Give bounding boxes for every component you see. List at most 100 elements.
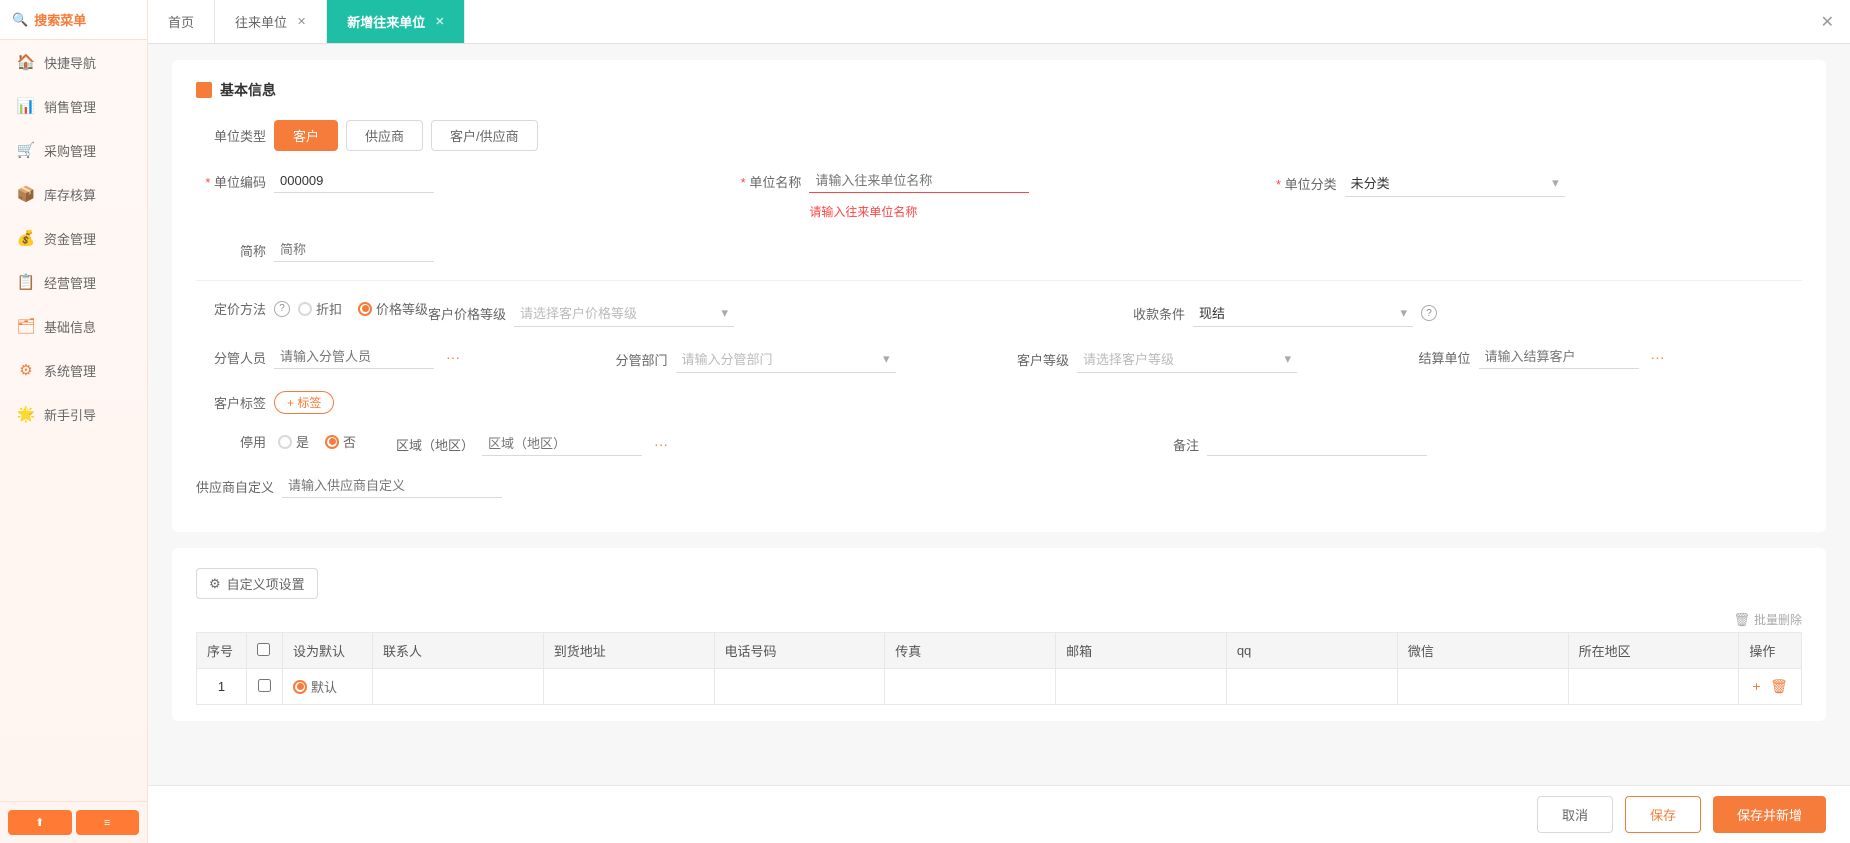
supplier-custom-label: 供应商自定义: [196, 477, 274, 496]
pricing-method-label: 定价方法: [196, 299, 266, 318]
sidebar-item-quick-nav[interactable]: 🏠 快捷导航: [0, 40, 147, 84]
sidebar-item-finance[interactable]: 💰 资金管理: [0, 216, 147, 260]
tab-partner-close[interactable]: ✕: [297, 15, 306, 28]
sidebar-item-basic[interactable]: 🗂 基础信息: [0, 304, 147, 348]
tab-new-partner-label: 新增往来单位: [347, 12, 425, 31]
email-input[interactable]: [1066, 679, 1216, 694]
contact-input[interactable]: [383, 679, 533, 694]
department-select[interactable]: 请输入分管部门 ▾: [676, 345, 896, 373]
unit-category-select[interactable]: 未分类 ▾: [1345, 169, 1565, 197]
sidebar-item-sales[interactable]: 📊 销售管理: [0, 84, 147, 128]
sidebar-label: 库存核算: [44, 185, 96, 204]
pricing-row: 定价方法 ? 折扣 价格等级: [196, 299, 1802, 327]
region-more-btn[interactable]: ···: [654, 436, 668, 452]
unit-code-label: 单位编码: [196, 172, 266, 191]
default-radio-dot: [297, 683, 304, 690]
code-name-row: 单位编码 单位名称 请输入往来单位名称 单位分类 未分类 ▾: [196, 169, 1802, 220]
customer-level-select[interactable]: 请选择客户等级 ▾: [1077, 345, 1297, 373]
sidebar-label: 新手引导: [44, 405, 96, 424]
tab-new-partner-close[interactable]: ✕: [435, 15, 444, 28]
default-label: 默认: [311, 677, 337, 696]
short-name-input[interactable]: [274, 238, 434, 262]
pricing-help-icon[interactable]: ?: [274, 301, 290, 317]
remark-input[interactable]: [1207, 432, 1427, 456]
main-close-btn[interactable]: ✕: [1805, 0, 1850, 43]
tab-new-partner[interactable]: 新增往来单位 ✕: [327, 0, 465, 43]
settlement-input[interactable]: [1479, 345, 1639, 369]
department-label: 分管部门: [598, 350, 668, 369]
supplier-custom-input[interactable]: [282, 474, 502, 498]
search-menu[interactable]: 🔍 搜索菜单: [0, 0, 147, 40]
phone-input[interactable]: [725, 679, 875, 694]
tab-partner[interactable]: 往来单位 ✕: [215, 0, 327, 43]
customer-price-select[interactable]: 请选择客户价格等级 ▾: [514, 299, 734, 327]
customer-level-field: 客户等级 请选择客户等级 ▾: [999, 345, 1401, 373]
unit-category-label: 单位分类: [1267, 174, 1337, 193]
sidebar-item-purchase[interactable]: 🛒 采购管理: [0, 128, 147, 172]
sidebar-extra-btn2[interactable]: ≡: [76, 810, 140, 835]
folder-icon: 🗂: [16, 316, 36, 336]
district-input[interactable]: [1579, 679, 1729, 694]
th-checkbox: [247, 633, 283, 669]
tags-row: 客户标签 + 标签: [196, 391, 1802, 414]
region-input[interactable]: [482, 432, 642, 456]
chevron-down-icon: ▾: [883, 351, 890, 367]
custom-settings-button[interactable]: ⚙ 自定义项设置: [196, 568, 318, 599]
add-tag-button[interactable]: + 标签: [274, 391, 334, 414]
chevron-down-icon: ▾: [1284, 351, 1291, 367]
default-radio[interactable]: 默认: [293, 677, 362, 696]
row-add-btn[interactable]: +: [1749, 678, 1763, 694]
save-add-button[interactable]: 保存并新增: [1713, 796, 1826, 833]
sidebar-extra-btn1[interactable]: ⬆: [8, 810, 72, 835]
unit-code-input[interactable]: [274, 169, 434, 193]
manager-row: 分管人员 ··· 分管部门 请输入分管部门 ▾ 客户等级 请选择客户等级 ▾: [196, 345, 1802, 373]
radio-stop-no[interactable]: 否: [325, 432, 356, 451]
department-placeholder: 请输入分管部门: [682, 349, 773, 368]
row-phone: [714, 669, 885, 705]
th-qq: qq: [1226, 633, 1397, 669]
unit-btn-supplier[interactable]: 供应商: [346, 120, 423, 151]
row-actions: + 🗑: [1739, 669, 1802, 705]
unit-name-input[interactable]: [809, 169, 1029, 193]
sidebar-bottom: ⬆ ≡: [0, 801, 147, 843]
radio-stop-yes[interactable]: 是: [278, 432, 309, 451]
unit-btn-customer[interactable]: 客户: [274, 120, 338, 151]
sidebar-item-inventory[interactable]: 📦 库存核算: [0, 172, 147, 216]
save-button[interactable]: 保存: [1625, 796, 1701, 833]
unit-type-row: 单位类型 客户 供应商 客户/供应商: [196, 120, 1802, 151]
short-name-row: 简称: [196, 238, 1802, 262]
tab-home[interactable]: 首页: [148, 0, 215, 43]
radio-discount[interactable]: 折扣: [298, 299, 342, 318]
fax-input[interactable]: [895, 679, 1045, 694]
stop-region-row: 停用 是 否 区: [196, 432, 1802, 456]
row-delete-btn[interactable]: 🗑: [1767, 678, 1791, 695]
customer-price-field: 客户价格等级 请选择客户价格等级 ▾: [428, 299, 1115, 327]
address-input[interactable]: [554, 679, 704, 694]
home-icon: 🏠: [16, 52, 36, 72]
th-seq: 序号: [197, 633, 247, 669]
payment-help-icon[interactable]: ?: [1421, 305, 1437, 321]
manager-more-btn[interactable]: ···: [446, 349, 460, 365]
qq-input[interactable]: [1237, 679, 1387, 694]
settlement-more-btn[interactable]: ···: [1651, 349, 1665, 365]
th-wechat: 微信: [1397, 633, 1568, 669]
sidebar-item-guide[interactable]: 🌟 新手引导: [0, 392, 147, 436]
payment-terms-select[interactable]: 现结 ▾: [1193, 299, 1413, 327]
trash-icon: 🗑: [1733, 612, 1750, 628]
manager-input[interactable]: [274, 345, 434, 369]
row-qq: [1226, 669, 1397, 705]
wechat-input[interactable]: [1408, 679, 1558, 694]
batch-delete-label[interactable]: 批量删除: [1754, 611, 1802, 628]
row-checkbox[interactable]: [258, 679, 271, 692]
select-all-checkbox[interactable]: [257, 643, 270, 656]
radio-price-level[interactable]: 价格等级: [358, 299, 428, 318]
unit-btn-both[interactable]: 客户/供应商: [431, 120, 538, 151]
sidebar-item-operations[interactable]: 📋 经营管理: [0, 260, 147, 304]
contact-section: ⚙ 自定义项设置 🗑 批量删除 序号 设为默认 联系人 到货地址 电话号码 传真: [172, 548, 1826, 721]
sidebar-item-system[interactable]: ⚙ 系统管理: [0, 348, 147, 392]
th-region: 所在地区: [1568, 633, 1739, 669]
supplier-custom-row: 供应商自定义: [196, 474, 1802, 498]
radio-dot: [362, 305, 369, 312]
cancel-button[interactable]: 取消: [1537, 796, 1613, 833]
th-address: 到货地址: [543, 633, 714, 669]
